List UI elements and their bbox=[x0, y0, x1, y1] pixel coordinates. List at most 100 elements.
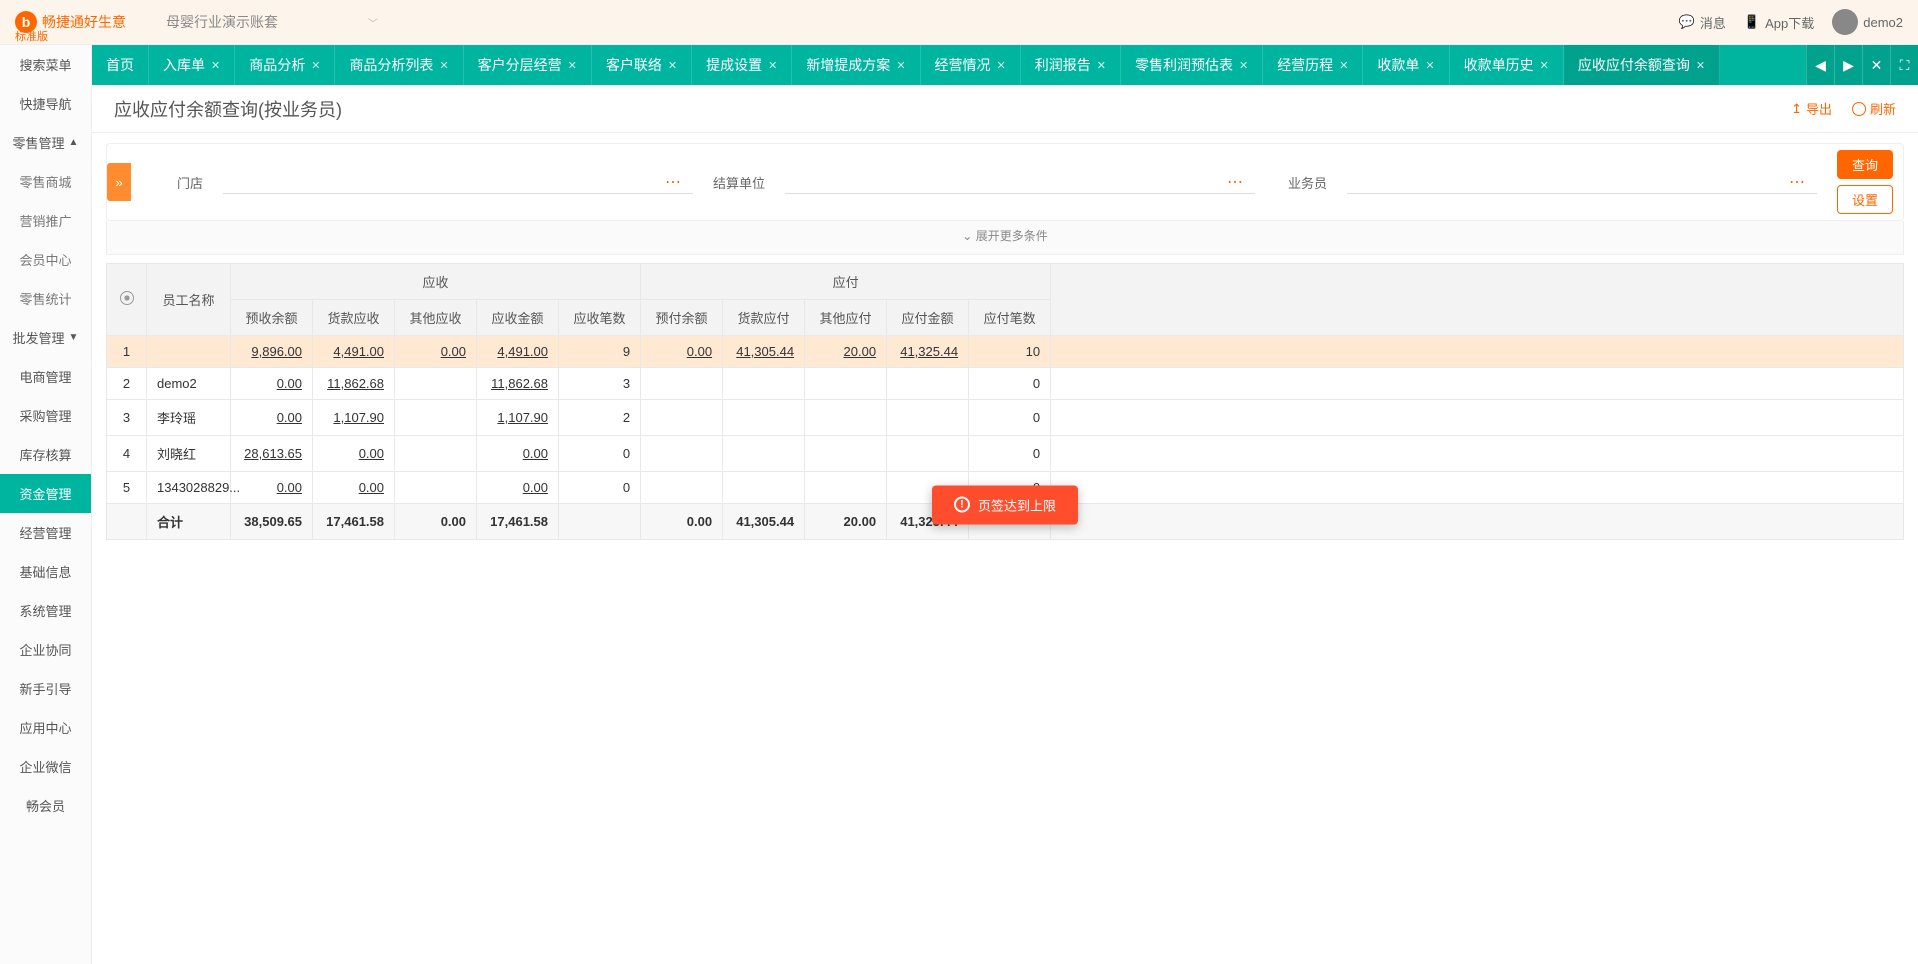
tab-operating-status[interactable]: 经营情况✕ bbox=[921, 45, 1021, 85]
table-row[interactable]: 19,896.004,491.000.004,491.0090.0041,305… bbox=[107, 336, 1904, 368]
drill-link[interactable]: 11,862.68 bbox=[327, 376, 384, 391]
close-icon[interactable]: ✕ bbox=[1540, 59, 1549, 72]
store-input[interactable] bbox=[223, 170, 693, 194]
close-icon[interactable]: ✕ bbox=[311, 59, 320, 72]
expand-more-filters[interactable]: ⌄ 展开更多条件 bbox=[106, 221, 1904, 255]
sidebar-sub-retail-mall[interactable]: 零售商城 bbox=[0, 162, 91, 201]
sidebar-item-appcenter[interactable]: 应用中心 bbox=[0, 708, 91, 747]
tab-ar-ap-balance[interactable]: 应收应付余额查询✕ bbox=[1564, 45, 1720, 85]
sidebar-quicknav[interactable]: 快捷导航 bbox=[0, 84, 91, 123]
query-button[interactable]: 查询 bbox=[1837, 150, 1893, 179]
drill-link[interactable]: 0.00 bbox=[441, 344, 466, 359]
drill-link[interactable]: 20.00 bbox=[844, 344, 877, 359]
close-icon[interactable]: ✕ bbox=[668, 59, 677, 72]
tab-scroll-right[interactable]: ▶ bbox=[1834, 45, 1862, 85]
sidebar-item-retail[interactable]: 零售管理 ▲ bbox=[0, 123, 91, 162]
filter-settings-button[interactable]: 设置 bbox=[1837, 185, 1893, 214]
drill-link[interactable]: 1,107.90 bbox=[333, 410, 384, 425]
account-selector[interactable]: 母婴行业演示账套 ﹀ bbox=[166, 12, 378, 32]
sidebar-sub-marketing[interactable]: 营销推广 bbox=[0, 201, 91, 240]
drill-link[interactable]: 0.00 bbox=[359, 480, 384, 495]
app-download-button[interactable]: 📱 App下载 bbox=[1744, 13, 1814, 32]
tab-product-analysis-list[interactable]: 商品分析列表✕ bbox=[335, 45, 463, 85]
close-icon[interactable]: ✕ bbox=[1339, 59, 1348, 72]
column-settings[interactable] bbox=[107, 264, 147, 336]
sidebar-item-system[interactable]: 系统管理 bbox=[0, 591, 91, 630]
sidebar-item-ecommerce[interactable]: 电商管理 bbox=[0, 357, 91, 396]
sidebar-item-member[interactable]: 畅会员 bbox=[0, 786, 91, 825]
drill-link[interactable]: 0.00 bbox=[523, 446, 548, 461]
salesman-input[interactable] bbox=[1347, 170, 1817, 194]
drill-link[interactable]: 0.00 bbox=[277, 410, 302, 425]
table-row[interactable]: 4刘晓红28,613.650.000.0000 bbox=[107, 436, 1904, 472]
tab-inbound[interactable]: 入库单✕ bbox=[149, 45, 235, 85]
col-goods-recv: 货款应收 bbox=[313, 300, 395, 336]
col-prepaid-pay: 预付余额 bbox=[641, 300, 723, 336]
drill-link[interactable]: 0.00 bbox=[277, 480, 302, 495]
table-row[interactable]: 3李玲瑶0.001,107.901,107.9020 bbox=[107, 400, 1904, 436]
sidebar-item-enterprise[interactable]: 企业协同 bbox=[0, 630, 91, 669]
drill-link[interactable]: 4,491.00 bbox=[497, 344, 548, 359]
tab-close-all[interactable]: ✕ bbox=[1862, 45, 1890, 85]
drill-link[interactable]: 0.00 bbox=[523, 480, 548, 495]
sidebar-item-guide[interactable]: 新手引导 bbox=[0, 669, 91, 708]
expand-filter-button[interactable]: » bbox=[107, 163, 131, 201]
tab-retail-profit-est[interactable]: 零售利润预估表✕ bbox=[1121, 45, 1263, 85]
sidebar-item-funds[interactable]: 资金管理 bbox=[0, 474, 91, 513]
drill-link[interactable]: 41,305.44 bbox=[736, 344, 794, 359]
sidebar-item-purchase[interactable]: 采购管理 bbox=[0, 396, 91, 435]
tab-business-history[interactable]: 经营历程✕ bbox=[1263, 45, 1363, 85]
close-icon[interactable]: ✕ bbox=[568, 59, 577, 72]
refresh-button[interactable]: 刷新 bbox=[1852, 99, 1896, 118]
sidebar-item-wholesale[interactable]: 批发管理 ▼ bbox=[0, 318, 91, 357]
drill-link[interactable]: 0.00 bbox=[277, 376, 302, 391]
tab-profit-report[interactable]: 利润报告✕ bbox=[1021, 45, 1121, 85]
messages-button[interactable]: 💬 消息 bbox=[1679, 13, 1726, 32]
more-icon[interactable]: ⋯ bbox=[665, 172, 683, 192]
table-cell: 1,107.90 bbox=[313, 400, 395, 436]
drill-link[interactable]: 41,325.44 bbox=[900, 344, 958, 359]
tab-commission-setting[interactable]: 提成设置✕ bbox=[692, 45, 792, 85]
sidebar-item-basicinfo[interactable]: 基础信息 bbox=[0, 552, 91, 591]
tab-customer-tier[interactable]: 客户分层经营✕ bbox=[464, 45, 592, 85]
footer-label: 合计 bbox=[147, 504, 231, 540]
drill-link[interactable]: 0.00 bbox=[687, 344, 712, 359]
drill-link[interactable]: 0.00 bbox=[359, 446, 384, 461]
sidebar-item-inventory[interactable]: 库存核算 bbox=[0, 435, 91, 474]
drill-link[interactable]: 9,896.00 bbox=[251, 344, 302, 359]
table-container: 员工名称 应收 应付 预收余额 货款应收 其他应收 应收金额 应收笔数 预付余额 bbox=[92, 263, 1918, 964]
sidebar-search[interactable]: 搜索菜单 bbox=[0, 45, 91, 84]
fullscreen-button[interactable]: ⛶ bbox=[1890, 45, 1918, 85]
close-icon[interactable]: ✕ bbox=[1696, 59, 1705, 72]
sidebar-sub-retail-stats[interactable]: 零售统计 bbox=[0, 279, 91, 318]
table-row[interactable]: 2demo20.0011,862.6811,862.6830 bbox=[107, 368, 1904, 400]
drill-link[interactable]: 4,491.00 bbox=[333, 344, 384, 359]
table-cell: 0.00 bbox=[231, 472, 313, 504]
close-icon[interactable]: ✕ bbox=[211, 59, 220, 72]
tab-receipt[interactable]: 收款单✕ bbox=[1363, 45, 1449, 85]
close-icon[interactable]: ✕ bbox=[439, 59, 448, 72]
sidebar-item-wechat[interactable]: 企业微信 bbox=[0, 747, 91, 786]
close-icon[interactable]: ✕ bbox=[1425, 59, 1434, 72]
drill-link[interactable]: 11,862.68 bbox=[491, 376, 548, 391]
tab-customer-contact[interactable]: 客户联络✕ bbox=[592, 45, 692, 85]
tab-receipt-history[interactable]: 收款单历史✕ bbox=[1450, 45, 1564, 85]
export-button[interactable]: ↥导出 bbox=[1791, 99, 1832, 118]
close-icon[interactable]: ✕ bbox=[896, 59, 905, 72]
tab-scroll-left[interactable]: ◀ bbox=[1806, 45, 1834, 85]
drill-link[interactable]: 28,613.65 bbox=[244, 446, 302, 461]
close-icon[interactable]: ✕ bbox=[768, 59, 777, 72]
user-menu[interactable]: demo2 bbox=[1832, 9, 1903, 35]
close-icon[interactable]: ✕ bbox=[1239, 59, 1248, 72]
tab-product-analysis[interactable]: 商品分析✕ bbox=[235, 45, 335, 85]
more-icon[interactable]: ⋯ bbox=[1227, 172, 1245, 192]
more-icon[interactable]: ⋯ bbox=[1789, 172, 1807, 192]
sidebar-item-operations[interactable]: 经营管理 bbox=[0, 513, 91, 552]
sidebar-sub-member[interactable]: 会员中心 bbox=[0, 240, 91, 279]
close-icon[interactable]: ✕ bbox=[997, 59, 1006, 72]
tab-home[interactable]: 首页 bbox=[92, 45, 149, 85]
drill-link[interactable]: 1,107.90 bbox=[497, 410, 548, 425]
tab-new-commission[interactable]: 新增提成方案✕ bbox=[792, 45, 920, 85]
close-icon[interactable]: ✕ bbox=[1097, 59, 1106, 72]
settle-unit-input[interactable] bbox=[785, 170, 1255, 194]
